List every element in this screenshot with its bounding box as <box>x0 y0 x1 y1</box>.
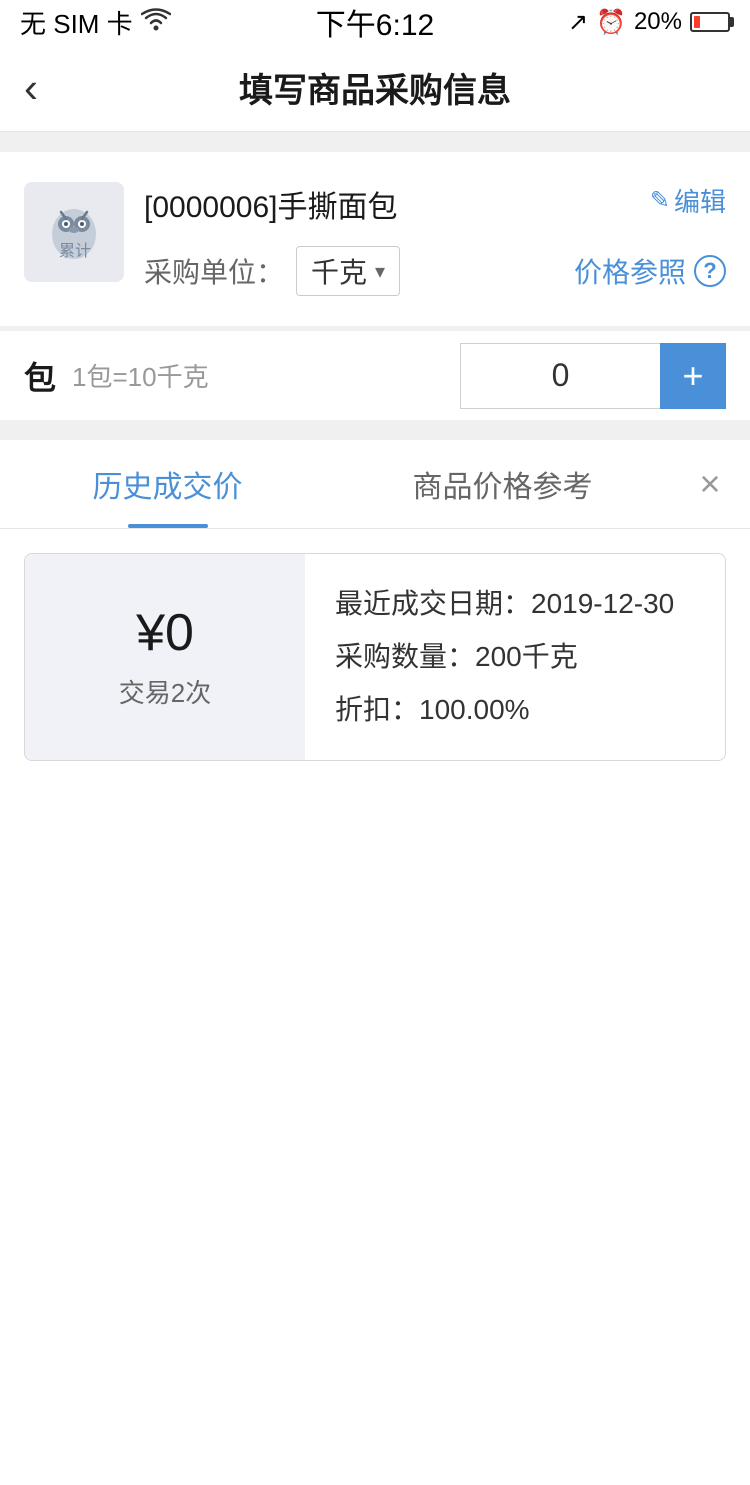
battery-icon <box>690 12 730 32</box>
unit-value: 千克 <box>311 251 367 291</box>
price-ref-label: 价格参照 <box>574 251 686 291</box>
price-value: ¥0 <box>136 603 194 663</box>
chevron-down-icon: ▾ <box>375 259 385 284</box>
back-button[interactable]: ‹ <box>24 64 38 112</box>
tab-product-label: 商品价格参考 <box>413 462 593 506</box>
tabs-header: 历史成交价 商品价格参考 × <box>0 440 750 529</box>
bag-unit-hint: 1包=10千克 <box>72 357 209 394</box>
bottom-space <box>0 785 750 1485</box>
location-icon: ↗ <box>568 8 588 37</box>
status-bar: 无 SIM 卡 下午6:12 ↗ ⏰ 20% <box>0 0 750 44</box>
plus-icon: + <box>682 355 703 397</box>
quantity-control: + <box>460 343 726 409</box>
recent-date-row: 最近成交日期：2019-12-30 <box>335 584 695 623</box>
back-icon: ‹ <box>24 64 38 111</box>
status-left: 无 SIM 卡 <box>20 4 171 41</box>
tab-history-price[interactable]: 历史成交价 <box>0 440 335 528</box>
discount-value: 100.00% <box>419 694 530 725</box>
discount-label: 折扣： <box>335 694 419 725</box>
quantity-label-group: 包 1包=10千克 <box>24 353 209 399</box>
price-ref-button[interactable]: 价格参照 ? <box>574 251 726 291</box>
product-header: [0000006]手撕面包 ✎ 编辑 <box>144 182 726 226</box>
recent-date-label: 最近成交日期： <box>335 588 531 619</box>
product-section: 累计 [0000006]手撕面包 ✎ 编辑 采购单位： 千克 ▾ <box>0 152 750 326</box>
unit-select[interactable]: 千克 ▾ <box>296 246 400 296</box>
quantity-input[interactable] <box>460 343 660 409</box>
product-row: 累计 [0000006]手撕面包 ✎ 编辑 采购单位： 千克 ▾ <box>24 182 726 296</box>
recent-date-value: 2019-12-30 <box>531 588 674 619</box>
tabs-section: 历史成交价 商品价格参考 × ¥0 交易2次 最近成交日期：2019-12-30 <box>0 440 750 785</box>
quantity-detail-value: 200千克 <box>475 641 578 672</box>
quantity-plus-button[interactable]: + <box>660 343 726 409</box>
tab-close-button[interactable]: × <box>670 440 750 528</box>
product-info: [0000006]手撕面包 ✎ 编辑 采购单位： 千克 ▾ 价格参照 <box>144 182 726 296</box>
tab-history-label: 历史成交价 <box>93 462 243 506</box>
discount-row: 折扣：100.00% <box>335 690 695 729</box>
price-amount: 0 <box>165 604 194 662</box>
close-icon: × <box>699 463 720 505</box>
price-card: ¥0 交易2次 最近成交日期：2019-12-30 采购数量：200千克 折扣：… <box>24 553 726 761</box>
bag-label: 包 <box>24 353 56 399</box>
edit-icon: ✎ <box>650 186 670 215</box>
quantity-row: 采购数量：200千克 <box>335 637 695 676</box>
alarm-icon: ⏰ <box>596 8 626 37</box>
currency-symbol: ¥ <box>136 604 165 662</box>
wifi-icon <box>141 7 171 38</box>
svg-text:累计: 累计 <box>59 242 91 260</box>
tab-product-price[interactable]: 商品价格参考 <box>335 440 670 528</box>
nav-bar: ‹ 填写商品采购信息 <box>0 44 750 132</box>
product-image-placeholder: 累计 <box>39 194 109 271</box>
edit-button[interactable]: ✎ 编辑 <box>650 182 726 219</box>
battery-percent: 20% <box>634 8 682 36</box>
edit-label: 编辑 <box>674 182 726 219</box>
page-title: 填写商品采购信息 <box>239 63 511 112</box>
quantity-section: 包 1包=10千克 + <box>0 330 750 420</box>
status-right: ↗ ⏰ 20% <box>568 8 730 37</box>
signal-text: 无 SIM 卡 <box>20 4 133 41</box>
product-thumbnail: 累计 <box>24 182 124 282</box>
price-right: 最近成交日期：2019-12-30 采购数量：200千克 折扣：100.00% <box>305 554 725 760</box>
product-name: [0000006]手撕面包 <box>144 182 397 226</box>
card-container: ¥0 交易2次 最近成交日期：2019-12-30 采购数量：200千克 折扣：… <box>0 529 750 785</box>
price-transactions: 交易2次 <box>119 673 211 710</box>
quantity-detail-label: 采购数量： <box>335 641 475 672</box>
price-left: ¥0 交易2次 <box>25 554 305 760</box>
unit-label: 采购单位： <box>144 251 284 291</box>
status-time: 下午6:12 <box>316 0 434 44</box>
purchase-unit-row: 采购单位： 千克 ▾ 价格参照 ? <box>144 246 726 296</box>
help-icon: ? <box>694 255 726 287</box>
tab-underline <box>128 524 208 528</box>
